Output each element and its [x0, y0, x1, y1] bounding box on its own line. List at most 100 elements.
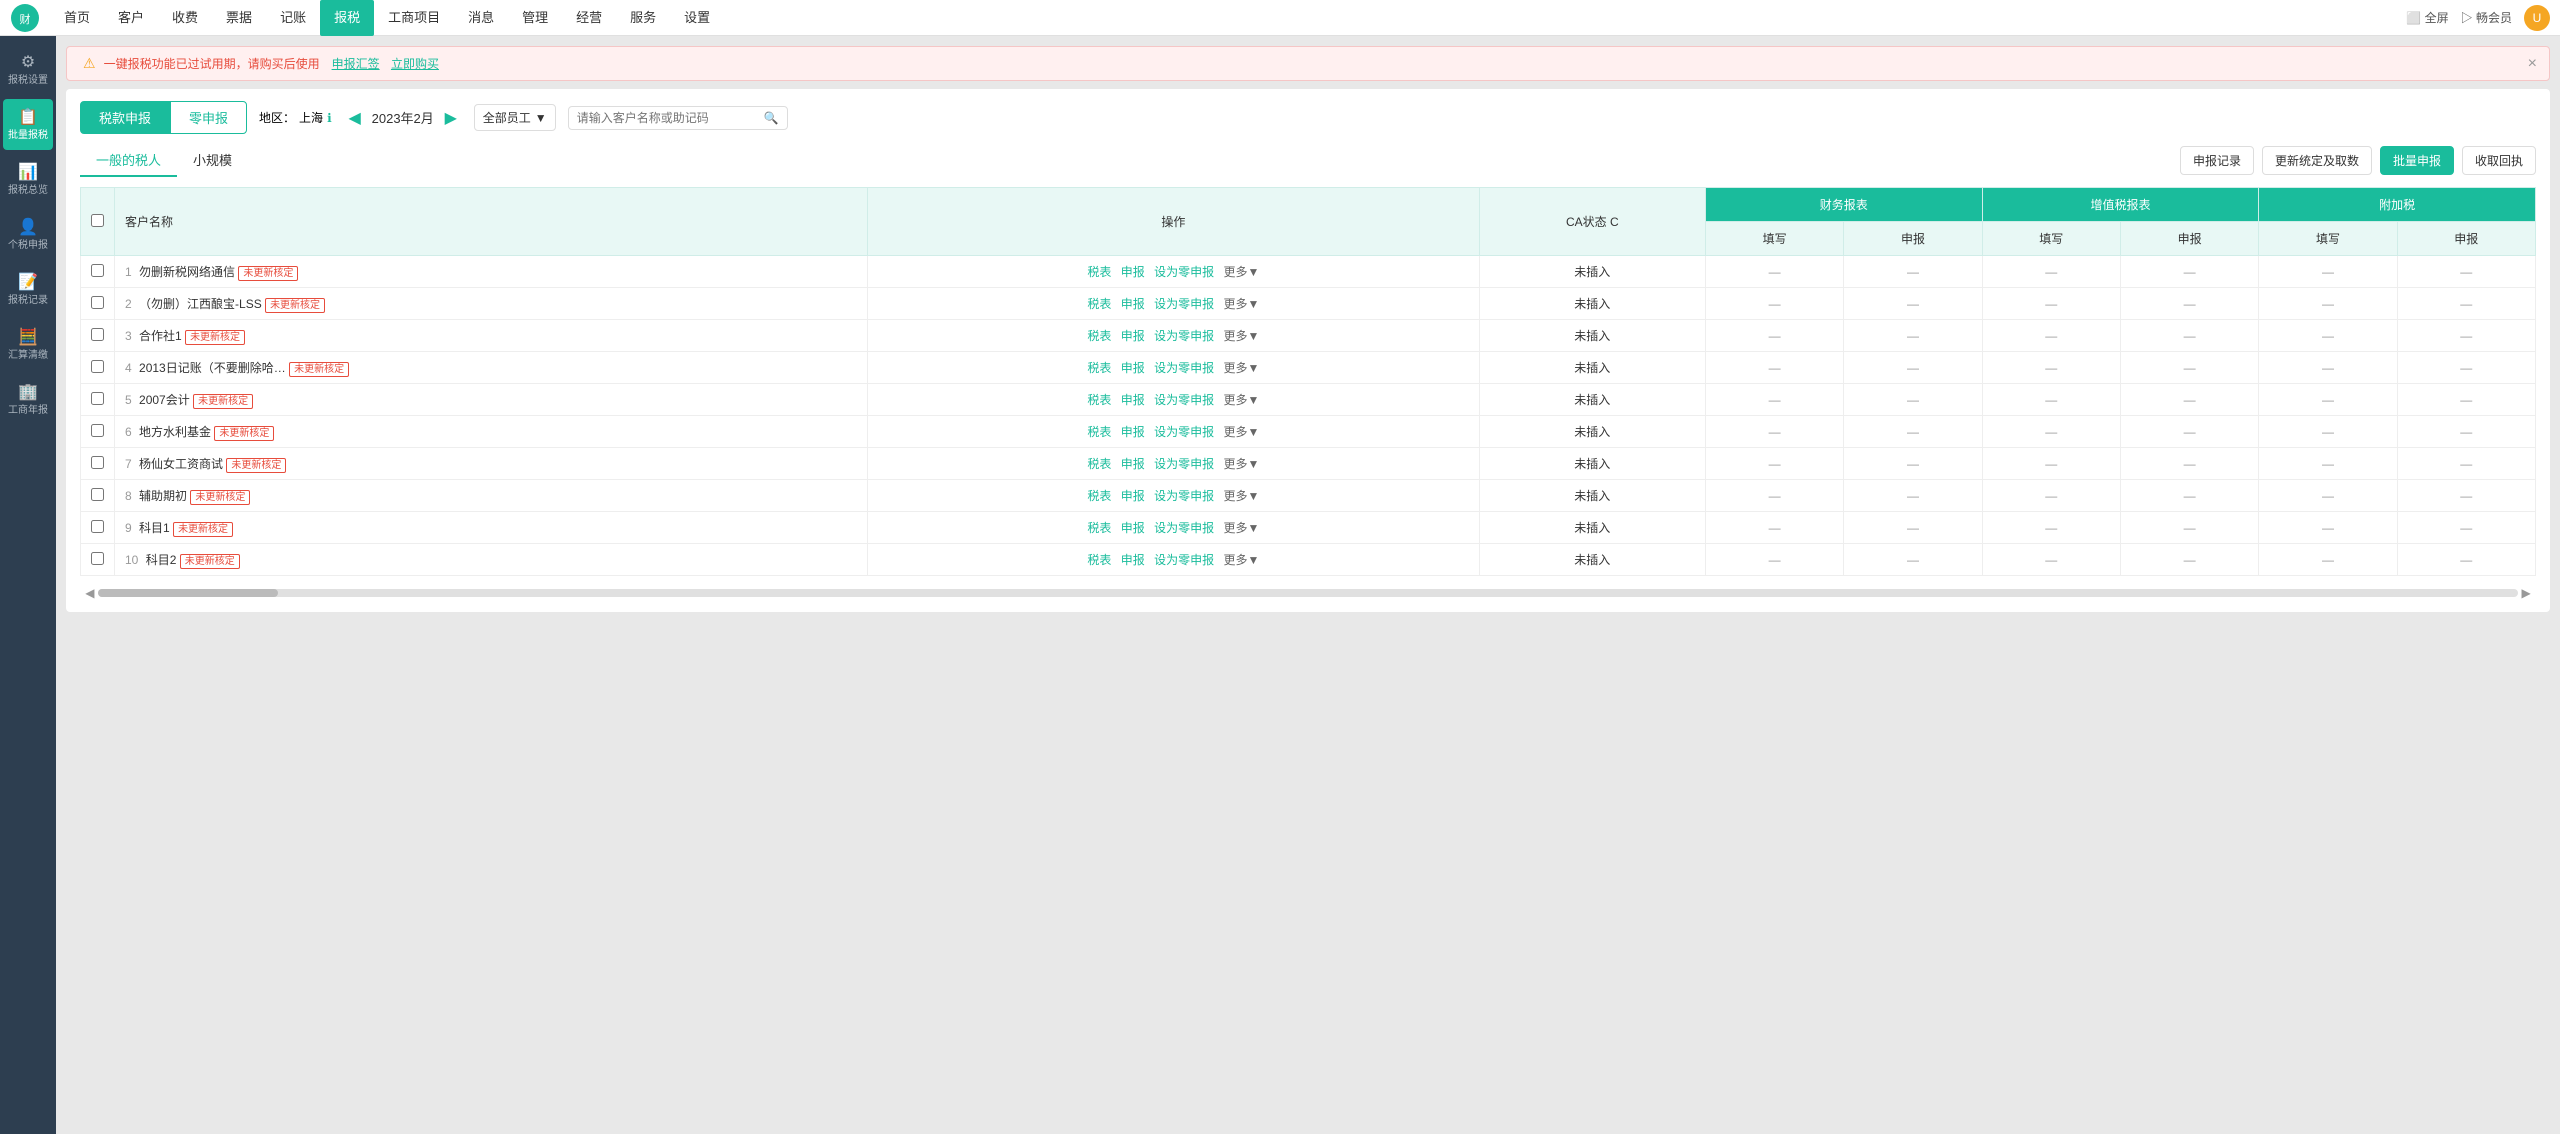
type-tab-general[interactable]: 一般的税人: [80, 144, 177, 177]
nav-invoice[interactable]: 票据: [212, 0, 266, 36]
op-shenbbao[interactable]: 申报: [1121, 489, 1145, 503]
nav-manage[interactable]: 管理: [508, 0, 562, 36]
row-checkbox-0[interactable]: [91, 264, 104, 277]
op-set-zero[interactable]: 设为零申报: [1154, 297, 1214, 311]
op-more[interactable]: 更多▼: [1223, 457, 1259, 471]
row-checkbox-1[interactable]: [91, 296, 104, 309]
nav-customer[interactable]: 客户: [104, 0, 158, 36]
row-checkbox-9[interactable]: [91, 552, 104, 565]
col-tax-apply: 申报: [2120, 222, 2258, 256]
op-more[interactable]: 更多▼: [1223, 489, 1259, 503]
op-set-zero[interactable]: 设为零申报: [1154, 393, 1214, 407]
avatar[interactable]: U: [2524, 5, 2550, 31]
scroll-track[interactable]: [98, 589, 2518, 597]
scroll-thumb[interactable]: [98, 589, 278, 597]
row-checkbox-6[interactable]: [91, 456, 104, 469]
op-shuibiao[interactable]: 税表: [1087, 489, 1111, 503]
op-more[interactable]: 更多▼: [1223, 425, 1259, 439]
row-checkbox-4[interactable]: [91, 392, 104, 405]
row-checkbox-2[interactable]: [91, 328, 104, 341]
op-more[interactable]: 更多▼: [1223, 329, 1259, 343]
nav-service[interactable]: 服务: [616, 0, 670, 36]
search-icon[interactable]: 🔍: [764, 111, 779, 125]
op-set-zero[interactable]: 设为零申报: [1154, 457, 1214, 471]
nav-operation[interactable]: 经营: [562, 0, 616, 36]
op-more[interactable]: 更多▼: [1223, 521, 1259, 535]
op-set-zero[interactable]: 设为零申报: [1154, 329, 1214, 343]
shouhuijiao-btn[interactable]: 收取回执: [2462, 146, 2536, 175]
nav-home[interactable]: 首页: [50, 0, 104, 36]
op-set-zero[interactable]: 设为零申报: [1154, 489, 1214, 503]
vip-btn[interactable]: ▷ 畅会员: [2461, 9, 2512, 26]
op-shuibiao[interactable]: 税表: [1087, 361, 1111, 375]
sidebar-item-jisuanqingshu[interactable]: 🧮 汇算清缴: [3, 319, 53, 370]
nav-accounting[interactable]: 记账: [266, 0, 320, 36]
op-shuibiao[interactable]: 税表: [1087, 521, 1111, 535]
piliangshenbbao-btn[interactable]: 批量申报: [2380, 146, 2454, 175]
op-set-zero[interactable]: 设为零申报: [1154, 425, 1214, 439]
dept-select[interactable]: 全部员工 ▼: [474, 104, 556, 131]
op-more[interactable]: 更多▼: [1223, 297, 1259, 311]
buy-link[interactable]: 立即购买: [391, 57, 439, 71]
op-more[interactable]: 更多▼: [1223, 361, 1259, 375]
row-ca-status: 未插入: [1479, 384, 1705, 416]
shenbaohui-link[interactable]: 申报汇签: [332, 57, 380, 71]
row-ops-cell: 税表 申报 设为零申报 更多▼: [868, 480, 1479, 512]
op-shenbbao[interactable]: 申报: [1121, 457, 1145, 471]
row-checkbox-7[interactable]: [91, 488, 104, 501]
nav-charge[interactable]: 收费: [158, 0, 212, 36]
fullscreen-btn[interactable]: ⬜ 全屏: [2406, 9, 2448, 26]
sidebar-item-geshenbaoshu[interactable]: 👤 个税申报: [3, 209, 53, 260]
tab-lingshenbbao[interactable]: 零申报: [170, 101, 247, 134]
op-shenbbao[interactable]: 申报: [1121, 521, 1145, 535]
gengxintongbao-btn[interactable]: 更新统定及取数: [2262, 146, 2372, 175]
op-set-zero[interactable]: 设为零申报: [1154, 521, 1214, 535]
info-icon[interactable]: ℹ: [327, 111, 332, 125]
op-shuibiao[interactable]: 税表: [1087, 553, 1111, 567]
horizontal-scrollbar[interactable]: ◀ ▶: [80, 586, 2536, 600]
row-tax-write: —: [1982, 320, 2120, 352]
op-shenbbao[interactable]: 申报: [1121, 297, 1145, 311]
row-checkbox-5[interactable]: [91, 424, 104, 437]
shenbaojilu-btn[interactable]: 申报记录: [2180, 146, 2254, 175]
type-tab-small[interactable]: 小规模: [177, 144, 248, 177]
op-more[interactable]: 更多▼: [1223, 553, 1259, 567]
nav-business[interactable]: 工商项目: [374, 0, 454, 36]
op-shuibiao[interactable]: 税表: [1087, 393, 1111, 407]
scroll-left-btn[interactable]: ◀: [82, 586, 98, 600]
op-more[interactable]: 更多▼: [1223, 265, 1259, 279]
row-checkbox-8[interactable]: [91, 520, 104, 533]
op-set-zero[interactable]: 设为零申报: [1154, 553, 1214, 567]
select-all-checkbox[interactable]: [91, 214, 104, 227]
op-shuibiao[interactable]: 税表: [1087, 297, 1111, 311]
row-add-apply: —: [2397, 288, 2535, 320]
scroll-right-btn[interactable]: ▶: [2518, 586, 2534, 600]
op-shenbbao[interactable]: 申报: [1121, 361, 1145, 375]
op-shuibiao[interactable]: 税表: [1087, 265, 1111, 279]
prev-month-btn[interactable]: ◀: [344, 107, 366, 129]
op-shenbbao[interactable]: 申报: [1121, 265, 1145, 279]
sidebar-item-baoshuishezhi[interactable]: ⚙ 报税设置: [3, 44, 53, 95]
nav-message[interactable]: 消息: [454, 0, 508, 36]
sidebar-item-baoshuizonglan[interactable]: 📊 报税总览: [3, 154, 53, 205]
sidebar-item-piliangshuibao[interactable]: 📋 批量报税: [3, 99, 53, 150]
nav-settings[interactable]: 设置: [670, 0, 724, 36]
row-checkbox-3[interactable]: [91, 360, 104, 373]
op-shuibiao[interactable]: 税表: [1087, 425, 1111, 439]
op-shenbbao[interactable]: 申报: [1121, 393, 1145, 407]
nav-tax[interactable]: 报税: [320, 0, 374, 36]
op-more[interactable]: 更多▼: [1223, 393, 1259, 407]
op-shuibiao[interactable]: 税表: [1087, 329, 1111, 343]
sidebar-item-gongshangnianbao[interactable]: 🏢 工商年报: [3, 374, 53, 425]
op-set-zero[interactable]: 设为零申报: [1154, 265, 1214, 279]
op-set-zero[interactable]: 设为零申报: [1154, 361, 1214, 375]
op-shenbbao[interactable]: 申报: [1121, 329, 1145, 343]
tab-shuikuanshenbbao[interactable]: 税款申报: [80, 101, 170, 134]
banner-close-btn[interactable]: ×: [2528, 55, 2537, 73]
sidebar-item-baoshujilu[interactable]: 📝 报税记录: [3, 264, 53, 315]
op-shuibiao[interactable]: 税表: [1087, 457, 1111, 471]
search-input[interactable]: [577, 111, 760, 125]
next-month-btn[interactable]: ▶: [440, 107, 462, 129]
op-shenbbao[interactable]: 申报: [1121, 425, 1145, 439]
op-shenbbao[interactable]: 申报: [1121, 553, 1145, 567]
